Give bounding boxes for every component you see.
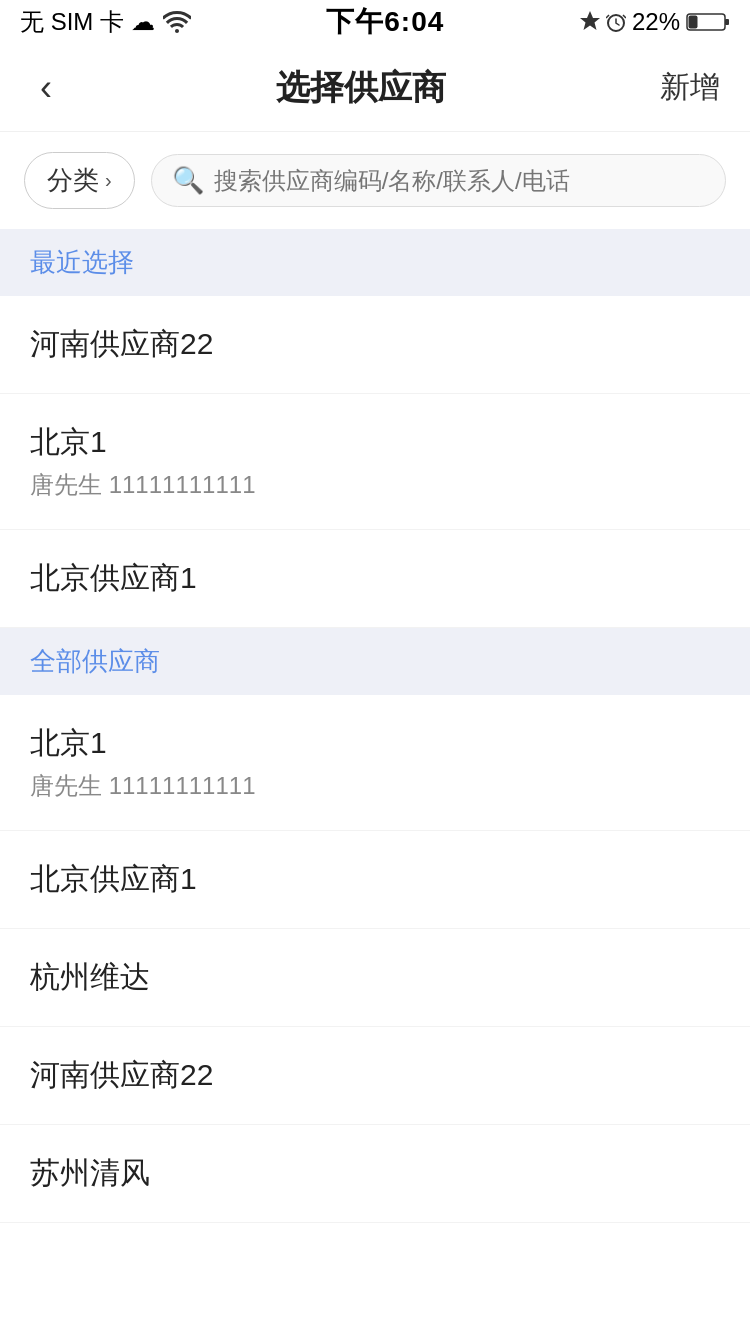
all-section-header: 全部供应商 [0,628,750,695]
item-name: 杭州维达 [30,957,720,998]
battery-text: 22% [632,8,680,36]
item-name: 北京1 [30,723,720,764]
page-title: 选择供应商 [276,65,446,111]
search-input[interactable] [214,167,705,195]
all-section-label: 全部供应商 [30,646,160,676]
category-button[interactable]: 分类 › [24,152,135,209]
recent-list: 河南供应商22 北京1 唐先生 11111111111 北京供应商1 [0,296,750,628]
svg-rect-2 [725,19,729,25]
recent-section-header: 最近选择 [0,229,750,296]
category-label: 分类 [47,163,99,198]
all-list: 北京1 唐先生 11111111111 北京供应商1 杭州维达河南供应商22 苏州清风 [0,695,750,1223]
status-time: 下午6:04 [326,3,444,41]
list-item[interactable]: 北京供应商1 [0,831,750,929]
alarm-icon [606,11,626,33]
item-name: 北京供应商1 [30,859,720,900]
list-item[interactable]: 河南供应商22 [0,296,750,394]
search-icon: 🔍 [172,165,204,196]
recent-section-label: 最近选择 [30,247,134,277]
item-name: 北京1 [30,422,720,463]
item-name: 苏州清风 [30,1153,720,1194]
add-button[interactable]: 新增 [660,67,720,108]
item-sub: 唐先生 11111111111 [30,469,720,501]
filter-bar: 分类 › 🔍 [0,132,750,229]
list-item[interactable]: 北京1 唐先生 11111111111 [0,394,750,530]
item-name: 河南供应商22 [30,324,720,365]
location-icon [580,11,600,33]
chevron-right-icon: › [105,169,112,192]
item-name: 北京供应商1 [30,558,720,599]
back-button[interactable]: ‹ [30,57,62,119]
list-item[interactable]: 北京供应商1 [0,530,750,628]
status-bar: 无 SIM 卡 ☁ 下午6:04 22% [0,0,750,44]
battery-icon [686,11,730,33]
item-sub: 唐先生 11111111111 [30,770,720,802]
svg-rect-3 [688,16,697,29]
list-item[interactable]: 苏州清风 [0,1125,750,1223]
list-item[interactable]: 河南供应商22 [0,1027,750,1125]
no-sim-text: 无 SIM 卡 ☁ [20,6,155,38]
search-box: 🔍 [151,154,726,207]
list-item[interactable]: 北京1 唐先生 11111111111 [0,695,750,831]
wifi-icon [163,11,191,33]
status-left: 无 SIM 卡 ☁ [20,6,191,38]
list-item[interactable]: 杭州维达 [0,929,750,1027]
status-right: 22% [580,8,730,36]
item-name: 河南供应商22 [30,1055,720,1096]
nav-bar: ‹ 选择供应商 新增 [0,44,750,132]
